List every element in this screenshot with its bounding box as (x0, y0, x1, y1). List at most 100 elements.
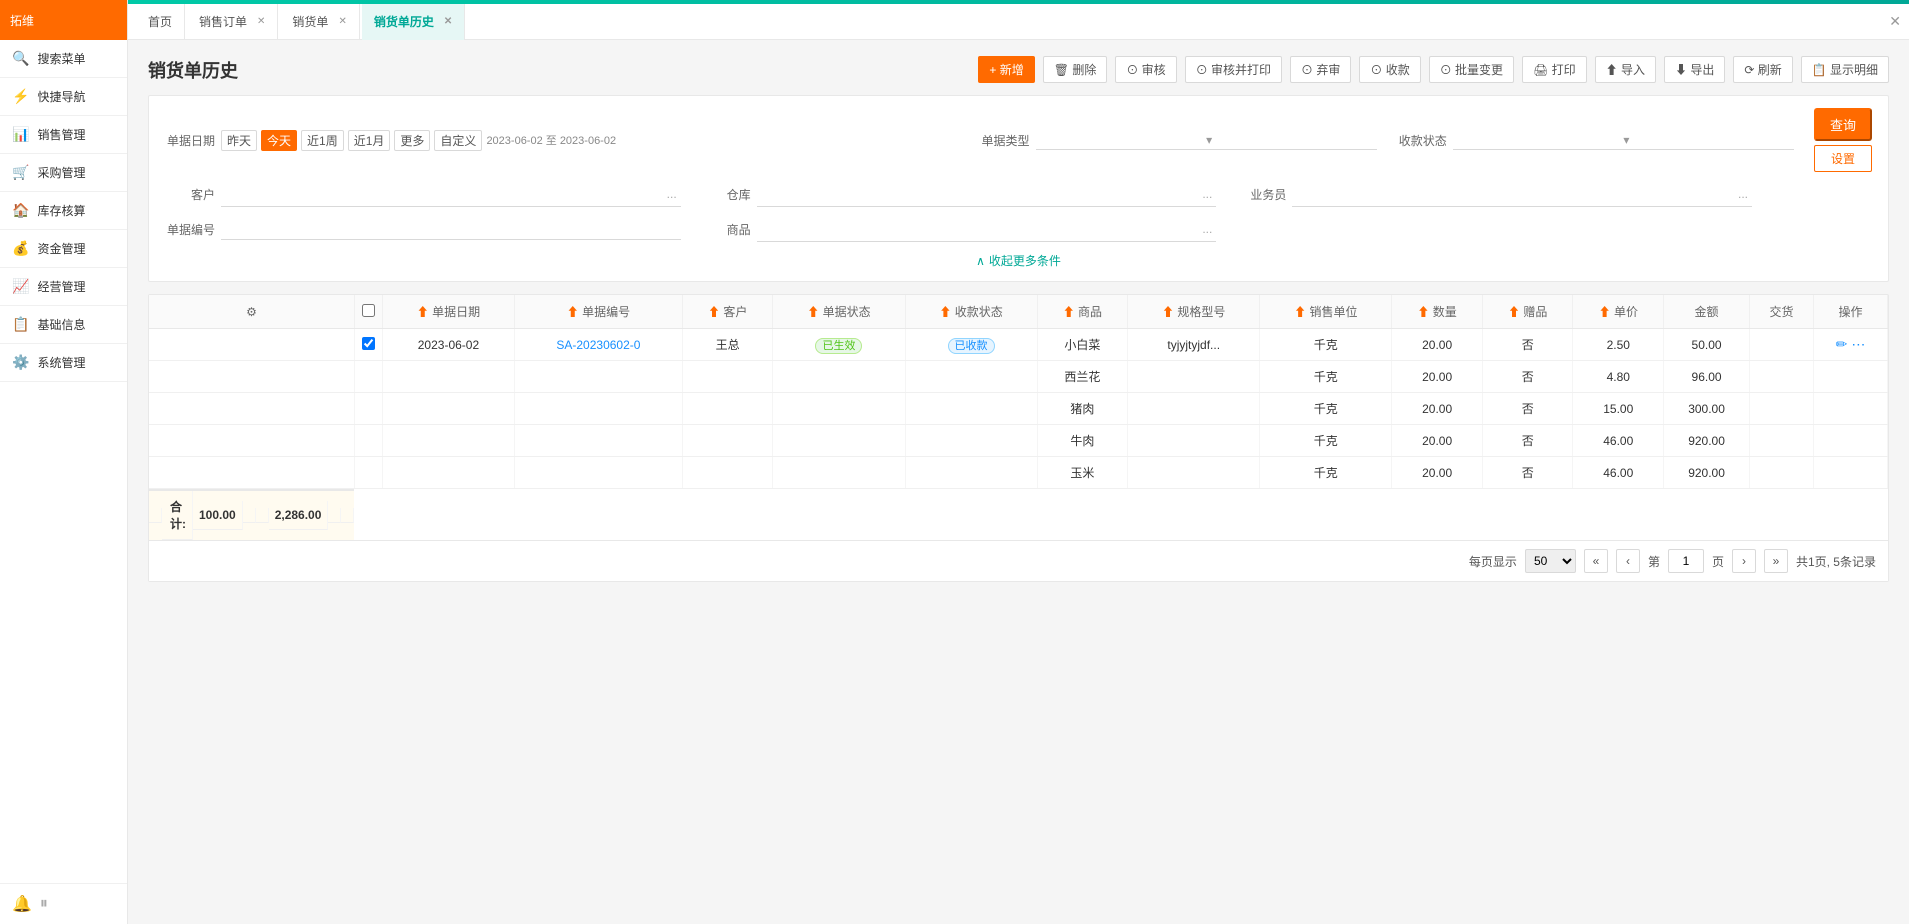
goods-dots-icon[interactable]: ... (1202, 222, 1212, 236)
audit-button[interactable]: ⊙ 审核 (1115, 56, 1176, 83)
lightning-icon: ⚡ (12, 88, 29, 105)
row-spec (1128, 393, 1260, 425)
row-action (1814, 457, 1888, 489)
next-page-button[interactable]: › (1732, 549, 1756, 573)
goods-input[interactable] (761, 219, 1203, 239)
warehouse-input[interactable] (761, 184, 1203, 204)
date-last1month[interactable]: 近1月 (348, 130, 391, 151)
th-date[interactable]: ⬆ 单据日期 (382, 295, 514, 329)
th-pay-status[interactable]: ⬆ 收款状态 (905, 295, 1037, 329)
setting-button[interactable]: 设置 (1814, 145, 1872, 172)
page-size-select[interactable]: 50 100 200 (1525, 549, 1576, 573)
tab-sales-order[interactable]: 销售订单 ✕ (187, 4, 278, 40)
delete-button[interactable]: 🗑 删除 (1043, 56, 1108, 83)
th-unit-price[interactable]: ⬆ 单价 (1573, 295, 1664, 329)
th-number[interactable]: ⬆ 单据编号 (514, 295, 682, 329)
row-unit: 千克 (1260, 425, 1392, 457)
select-all-checkbox[interactable] (362, 304, 375, 317)
payment-status-select[interactable]: ▾ (1453, 131, 1794, 150)
tab-sales-invoice[interactable]: 销货单 ✕ (280, 4, 359, 40)
collapse-label: 收起更多条件 (989, 252, 1061, 269)
sidebar-item-basic-info[interactable]: 📋 基础信息 (0, 306, 127, 344)
refresh-button[interactable]: ⟳ 刷新 (1733, 56, 1792, 83)
new-button[interactable]: + 新增 (978, 56, 1034, 83)
sidebar-item-system-mgmt[interactable]: ⚙️ 系统管理 (0, 344, 127, 382)
row-checkbox[interactable] (362, 337, 375, 350)
date-custom[interactable]: 自定义 (434, 130, 482, 151)
row-gear (149, 361, 354, 393)
table-row: 玉米 千克 20.00 否 46.00 920.00 (149, 457, 1888, 489)
total-label (149, 508, 162, 523)
date-last7days[interactable]: 近1周 (301, 130, 344, 151)
edit-icon[interactable]: ✏ (1836, 336, 1848, 353)
th-action: 操作 (1814, 295, 1888, 329)
content-area: 销货单历史 + 新增 🗑 删除 ⊙ 审核 ⊙ 审核并打印 ⊙ 弃审 ⊙ 收款 ⊙… (128, 40, 1909, 924)
gear-settings-icon[interactable]: ⚙ (246, 305, 257, 319)
total-amount: 2,286.00 (269, 501, 329, 530)
import-button[interactable]: ⬆ 导入 (1595, 56, 1656, 83)
row-amount: 50.00 (1664, 329, 1750, 361)
th-customer[interactable]: ⬆ 客户 (682, 295, 773, 329)
sidebar-item-sales-mgmt[interactable]: 📊 销售管理 (0, 116, 127, 154)
date-more[interactable]: 更多 (394, 130, 430, 151)
salesperson-input[interactable] (1296, 184, 1738, 204)
receive-button[interactable]: ⊙ 收款 (1359, 56, 1420, 83)
row-action: ✏⋯ (1814, 329, 1888, 361)
table-row: 牛肉 千克 20.00 否 46.00 920.00 (149, 425, 1888, 457)
data-table-container: ⚙ ⬆ 单据日期 ⬆ 单据编号 ⬆ 客户 ⬆ 单据状态 ⬆ 收款状态 ⬆ 商品 … (148, 294, 1889, 582)
close-all-tabs-button[interactable]: ✕ (1889, 13, 1901, 30)
th-quantity[interactable]: ⬆ 数量 (1392, 295, 1483, 329)
total-transaction (328, 508, 341, 523)
page-number-input[interactable] (1668, 549, 1704, 573)
customer-dots-icon[interactable]: ... (667, 187, 677, 201)
batch-change-button[interactable]: ⊙ 批量变更 (1429, 56, 1514, 83)
filter-payment-status-item: 收款状态 ▾ (1397, 131, 1794, 150)
th-unit[interactable]: ⬆ 销售单位 (1260, 295, 1392, 329)
sidebar-item-search-menu[interactable]: 🔍 搜索菜单 (0, 40, 127, 78)
print-button[interactable]: 🖨 打印 (1522, 56, 1587, 83)
abandon-button[interactable]: ⊙ 弃审 (1290, 56, 1351, 83)
prev-page-button[interactable]: ‹ (1616, 549, 1640, 573)
show-detail-button[interactable]: 📋 显示明细 (1801, 56, 1889, 83)
row-unit-price: 4.80 (1573, 361, 1664, 393)
date-today[interactable]: 今天 (261, 130, 297, 151)
doc-number-input[interactable] (221, 219, 681, 240)
close-sales-history-tab[interactable]: ✕ (444, 16, 452, 27)
salesperson-dots-icon[interactable]: ... (1738, 187, 1748, 201)
th-gift[interactable]: ⬆ 赠品 (1482, 295, 1573, 329)
query-button[interactable]: 查询 (1814, 108, 1872, 141)
th-doc-status[interactable]: ⬆ 单据状态 (773, 295, 905, 329)
row-transaction (1750, 393, 1814, 425)
close-sales-order-tab[interactable]: ✕ (257, 16, 265, 27)
th-spec[interactable]: ⬆ 规格型号 (1128, 295, 1260, 329)
last-page-button[interactable]: » (1764, 549, 1788, 573)
audit-print-button[interactable]: ⊙ 审核并打印 (1185, 56, 1282, 83)
collapse-link[interactable]: ∧ 收起更多条件 (165, 252, 1872, 269)
sidebar-item-finance[interactable]: 💰 资金管理 (0, 230, 127, 268)
sidebar-item-purchase-mgmt[interactable]: 🛒 采购管理 (0, 154, 127, 192)
sidebar-item-inventory[interactable]: 🏠 库存核算 (0, 192, 127, 230)
row-unit-price: 46.00 (1573, 457, 1664, 489)
salesperson-input-wrapper: ... (1292, 182, 1752, 207)
warehouse-dots-icon[interactable]: ... (1202, 187, 1212, 201)
tab-sales-history-label: 销货单历史 (374, 13, 434, 30)
tab-home[interactable]: 首页 (136, 4, 185, 40)
tab-sales-history[interactable]: 销货单历史 ✕ (362, 4, 465, 40)
row-check (354, 361, 382, 393)
row-spec: tyjyjtyjdf... (1128, 329, 1260, 361)
row-check (354, 329, 382, 361)
row-spec (1128, 425, 1260, 457)
sidebar-item-operations[interactable]: 📈 经营管理 (0, 268, 127, 306)
date-yesterday[interactable]: 昨天 (221, 130, 257, 151)
row-quantity: 20.00 (1392, 457, 1483, 489)
th-goods[interactable]: ⬆ 商品 (1037, 295, 1128, 329)
doc-number-link[interactable]: SA-20230602-0 (556, 338, 640, 352)
sidebar-item-label: 库存核算 (37, 202, 85, 219)
close-sales-invoice-tab[interactable]: ✕ (338, 16, 346, 27)
customer-input[interactable] (225, 184, 667, 204)
first-page-button[interactable]: « (1584, 549, 1608, 573)
more-icon[interactable]: ⋯ (1851, 336, 1865, 353)
sidebar-item-quick-nav[interactable]: ⚡ 快捷导航 (0, 78, 127, 116)
doc-type-select[interactable]: ▾ (1036, 131, 1377, 150)
export-button[interactable]: ⬇ 导出 (1664, 56, 1725, 83)
